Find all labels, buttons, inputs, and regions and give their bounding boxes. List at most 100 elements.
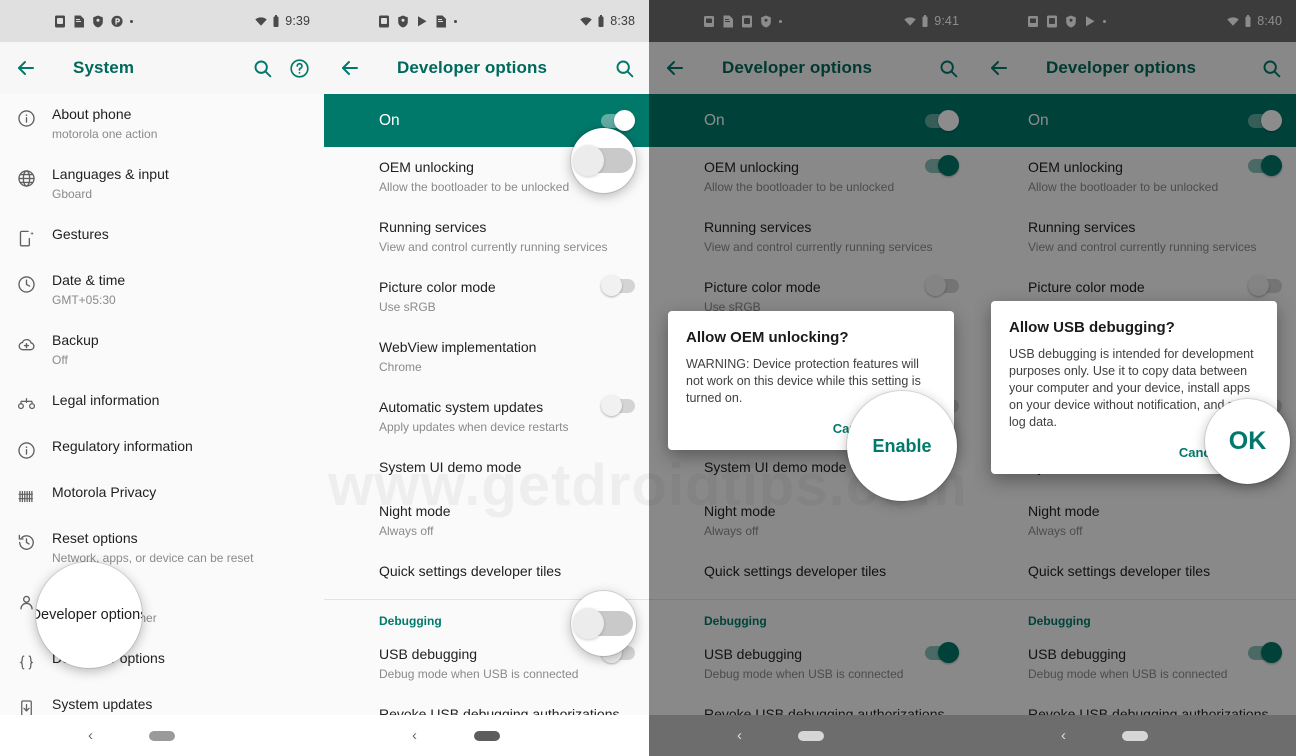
master-switch[interactable] <box>601 109 635 131</box>
wifi-icon <box>904 15 917 28</box>
magnifier-label: Enable <box>872 435 932 456</box>
nav-back-icon[interactable]: ‹ <box>737 727 742 744</box>
list-item[interactable]: Night mode Always off <box>973 491 1296 551</box>
status-icons-left <box>378 15 457 28</box>
automatic-system-updates-toggle[interactable] <box>601 395 635 416</box>
search-icon[interactable] <box>252 58 273 79</box>
home-pill-icon[interactable] <box>798 730 824 741</box>
back-arrow-icon[interactable] <box>338 56 362 80</box>
list-item-title: USB debugging <box>379 646 478 662</box>
panel-oem-unlock-dialog: 9:41 Developer options On OEM unlocking A… <box>649 0 973 756</box>
oem-unlocking-toggle[interactable] <box>1248 155 1282 176</box>
picture-color-mode-toggle[interactable] <box>925 275 959 296</box>
list-item[interactable]: Backup Off <box>0 320 324 380</box>
overflow-dot-icon <box>779 19 782 23</box>
usb-debugging-toggle[interactable] <box>1248 642 1282 663</box>
section-header-debugging: Debugging <box>704 614 767 628</box>
list-item[interactable]: Legal information <box>0 380 324 426</box>
home-pill-icon[interactable] <box>473 730 500 741</box>
home-pill-icon[interactable] <box>1121 730 1148 741</box>
status-time: 9:39 <box>285 14 310 28</box>
search-icon[interactable] <box>614 58 635 79</box>
list-item[interactable]: Regulatory information <box>0 426 324 472</box>
list-item[interactable]: Night mode Always off <box>649 491 973 551</box>
magnifier-label: OK <box>1228 427 1267 455</box>
list-item-title: Regulatory information <box>52 438 193 454</box>
list-item[interactable]: OEM unlocking Allow the bootloader to be … <box>973 147 1296 207</box>
list-item[interactable]: Picture color mode Use sRGB <box>324 267 649 327</box>
back-arrow-icon[interactable] <box>14 56 38 80</box>
status-time: 9:41 <box>934 14 959 28</box>
master-switch[interactable] <box>925 109 959 131</box>
list-item-title: Legal information <box>52 392 160 408</box>
master-switch[interactable] <box>1248 109 1282 131</box>
list-item[interactable]: System UI demo mode <box>324 447 649 491</box>
oem-unlocking-toggle[interactable] <box>925 155 959 176</box>
list-item-subtitle: Off <box>52 353 68 367</box>
list-item[interactable]: Automatic system updates Apply updates wh… <box>324 387 649 447</box>
status-icons-right: 8:40 <box>1227 14 1282 28</box>
list-item[interactable]: Reset options Network, apps, or device c… <box>0 518 324 578</box>
status-icons-left <box>703 15 782 28</box>
list-item[interactable]: Quick settings developer tiles <box>324 551 649 595</box>
list-item-title: Reset options <box>52 530 138 546</box>
nav-back-icon[interactable]: ‹ <box>1061 727 1066 744</box>
back-arrow-icon[interactable] <box>987 56 1011 80</box>
nav-back-icon[interactable]: ‹ <box>412 727 417 744</box>
list-item-title: Quick settings developer tiles <box>379 563 562 579</box>
master-switch-label: On <box>704 111 725 129</box>
status-time: 8:40 <box>1257 14 1282 28</box>
list-item-title: About phone <box>52 106 132 122</box>
list-item[interactable]: Night mode Always off <box>324 491 649 551</box>
page-title: System <box>73 58 135 77</box>
page-title: Developer options <box>397 58 548 77</box>
list-item[interactable]: USB debugging Debug mode when USB is conn… <box>973 634 1296 694</box>
list-item[interactable]: Languages & input Gboard <box>0 154 324 214</box>
home-pill-icon[interactable] <box>149 730 175 741</box>
nav-bar: ‹ <box>0 715 324 756</box>
nav-bar: ‹ <box>973 715 1296 756</box>
nav-bar: ‹ <box>324 715 649 756</box>
list-item[interactable]: Quick settings developer tiles <box>649 551 973 595</box>
search-icon[interactable] <box>1261 58 1282 79</box>
usb-debugging-toggle[interactable] <box>925 642 959 663</box>
list-item-subtitle: View and control currently running servi… <box>1028 240 1257 254</box>
list-item[interactable]: OEM unlocking Allow the bootloader to be … <box>649 147 973 207</box>
list-item[interactable]: Motorola Privacy <box>0 472 324 518</box>
list-item[interactable]: Running services View and control current… <box>324 207 649 267</box>
magnified-toggle-off <box>572 145 633 176</box>
search-icon[interactable] <box>938 58 959 79</box>
list-item[interactable]: Running services View and control current… <box>649 207 973 267</box>
list-item[interactable]: USB debugging Debug mode when USB is conn… <box>649 634 973 694</box>
picture-color-mode-toggle[interactable] <box>1248 275 1282 296</box>
picture-color-mode-toggle[interactable] <box>601 275 635 296</box>
list-item[interactable]: Quick settings developer tiles <box>973 551 1296 595</box>
app-bar: System <box>0 42 324 94</box>
wifi-icon <box>255 15 268 28</box>
list-item-title: OEM unlocking <box>1028 159 1123 175</box>
list-item[interactable]: WebView implementation Chrome <box>324 327 649 387</box>
list-item-subtitle: View and control currently running servi… <box>379 240 608 254</box>
battery-icon <box>1244 14 1252 28</box>
list-item[interactable]: Gestures <box>0 214 324 260</box>
file-icon <box>722 15 734 28</box>
globe-icon <box>0 166 52 188</box>
nav-back-icon[interactable]: ‹ <box>88 727 93 744</box>
battery-icon <box>921 14 929 28</box>
developer-options-master-switch-row[interactable]: On <box>973 94 1296 147</box>
list-item[interactable]: About phone motorola one action <box>0 94 324 154</box>
list-item[interactable]: Running services View and control current… <box>973 207 1296 267</box>
list-item[interactable]: Date & time GMT+05:30 <box>0 260 324 320</box>
list-item-title: Quick settings developer tiles <box>1028 563 1211 579</box>
back-arrow-icon[interactable] <box>663 56 687 80</box>
status-icons-right: 8:38 <box>580 14 635 28</box>
reset-icon <box>0 530 52 552</box>
list-item-subtitle: Chrome <box>379 360 422 374</box>
list-item-subtitle: Always off <box>1028 524 1083 538</box>
developer-options-master-switch-row[interactable]: On <box>649 94 973 147</box>
list-item-title: Night mode <box>704 503 776 519</box>
help-icon[interactable] <box>289 58 310 79</box>
magnifier-developer-options: Developer options <box>36 562 142 668</box>
magnifier-usb-debugging-toggle <box>571 591 636 656</box>
list-item-title: Languages & input <box>52 166 169 182</box>
